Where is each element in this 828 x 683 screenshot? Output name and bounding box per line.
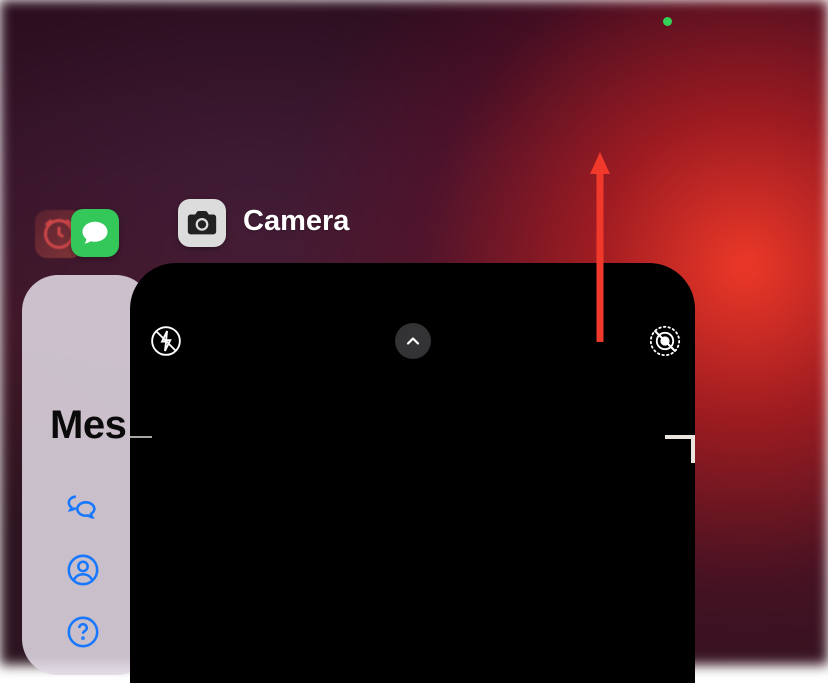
unknown-senders-icon bbox=[66, 615, 100, 649]
messages-app-icon[interactable] bbox=[71, 209, 119, 257]
messages-filter-icons bbox=[66, 491, 100, 649]
known-senders-icon bbox=[66, 553, 100, 587]
camera-privacy-indicator-icon bbox=[663, 17, 672, 26]
live-photo-off-icon[interactable] bbox=[648, 324, 682, 358]
viewfinder-corner-right-icon bbox=[665, 427, 701, 463]
flash-off-icon[interactable] bbox=[150, 325, 182, 357]
camera-controls-expand-icon[interactable] bbox=[395, 323, 431, 359]
viewfinder-corner-left-icon bbox=[130, 427, 152, 447]
camera-app-label: Camera bbox=[243, 205, 349, 238]
chat-bubbles-icon bbox=[66, 491, 100, 525]
messages-card-title: Mes bbox=[50, 403, 126, 448]
camera-app-icon[interactable] bbox=[178, 199, 226, 247]
